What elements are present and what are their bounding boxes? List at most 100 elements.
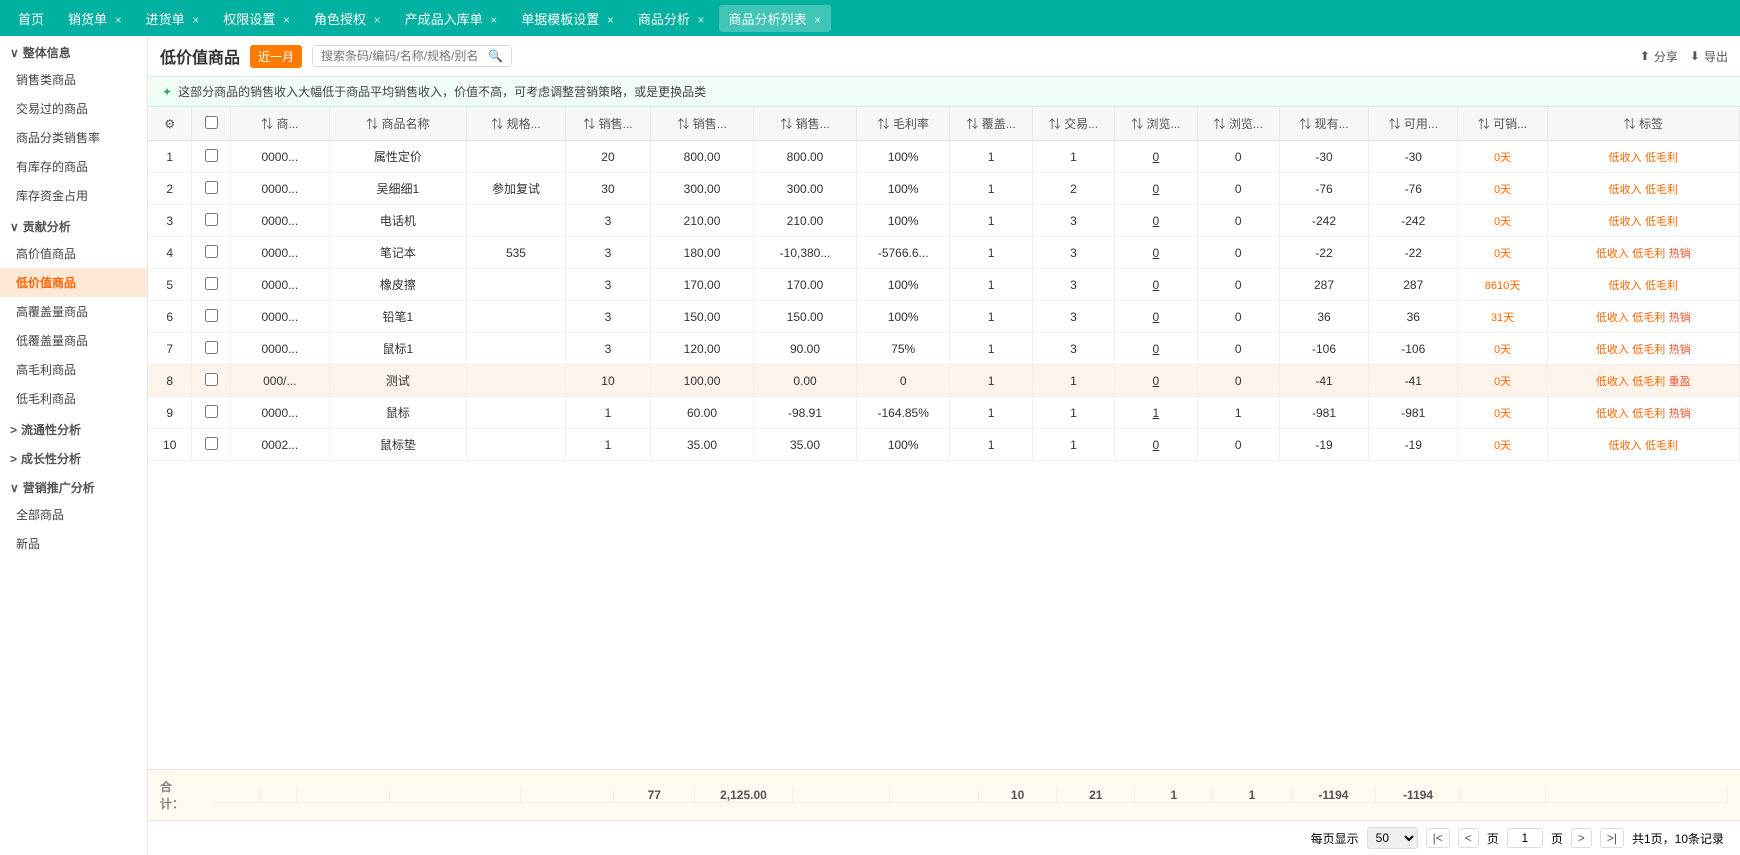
cell-browse1[interactable]: 0 (1115, 429, 1197, 461)
th-tags-sort[interactable]: ⇅ (1624, 117, 1636, 131)
cell-browse1[interactable]: 0 (1115, 173, 1197, 205)
cell-browse1[interactable]: 0 (1115, 365, 1197, 397)
nav-product-in[interactable]: 产成品入库单 × (395, 5, 508, 32)
nav-template[interactable]: 单据模板设置 × (511, 5, 624, 32)
sidebar-item-high-coverage[interactable]: 高覆盖量商品 (0, 297, 147, 326)
browse1-link[interactable]: 0 (1152, 310, 1159, 324)
sidebar-item-sales-goods[interactable]: 销售类商品 (0, 65, 147, 94)
select-all-checkbox[interactable] (205, 116, 218, 129)
row-checkbox-6[interactable] (205, 309, 218, 322)
sidebar-item-low-coverage[interactable]: 低覆盖量商品 (0, 326, 147, 355)
sidebar-group-contribution[interactable]: ∨ 贡献分析 (0, 210, 147, 239)
cell-browse1[interactable]: 0 (1115, 141, 1197, 173)
th-name-sort[interactable]: ⇅ (366, 117, 378, 131)
browse1-link[interactable]: 0 (1152, 214, 1159, 228)
cell-check[interactable] (192, 173, 230, 205)
nav-permissions-close[interactable]: × (283, 13, 290, 27)
sidebar-group-marketing[interactable]: ∨ 营销推广分析 (0, 471, 147, 500)
browse1-link[interactable]: 0 (1152, 182, 1159, 196)
th-coverage-sort[interactable]: ⇅ (966, 117, 978, 131)
nav-analysis[interactable]: 商品分析 × (628, 5, 715, 32)
row-checkbox-5[interactable] (205, 277, 218, 290)
cell-browse1[interactable]: 0 (1115, 237, 1197, 269)
page-number-input[interactable] (1507, 828, 1543, 848)
cell-check[interactable] (192, 397, 230, 429)
prev-page-button[interactable]: < (1458, 828, 1479, 848)
sidebar-group-circulation[interactable]: > 流通性分析 (0, 413, 147, 442)
th-trade-sort[interactable]: ⇅ (1049, 117, 1061, 131)
row-checkbox-10[interactable] (205, 437, 218, 450)
cell-browse1[interactable]: 0 (1115, 269, 1197, 301)
th-current-sort[interactable]: ⇅ (1299, 117, 1311, 131)
row-checkbox-9[interactable] (205, 405, 218, 418)
nav-sales[interactable]: 销货单 × (58, 5, 132, 32)
nav-roles-close[interactable]: × (374, 13, 381, 27)
cell-check[interactable] (192, 333, 230, 365)
sidebar-item-stock-capital[interactable]: 库存资金占用 (0, 181, 147, 210)
sidebar-item-stock-goods[interactable]: 有库存的商品 (0, 152, 147, 181)
browse1-link[interactable]: 1 (1152, 406, 1159, 420)
search-input[interactable] (321, 49, 484, 63)
nav-product-in-close[interactable]: × (490, 13, 497, 27)
nav-roles[interactable]: 角色授权 × (304, 5, 391, 32)
browse1-link[interactable]: 0 (1152, 374, 1159, 388)
nav-analysis-list-close[interactable]: × (814, 13, 821, 27)
browse1-link[interactable]: 0 (1152, 342, 1159, 356)
th-browse2-sort[interactable]: ⇅ (1214, 117, 1226, 131)
th-sales-amt-sort[interactable]: ⇅ (677, 117, 689, 131)
search-icon[interactable]: 🔍 (488, 49, 503, 63)
share-button[interactable]: ⬆ 分享 (1640, 48, 1678, 65)
cell-check[interactable] (192, 141, 230, 173)
row-checkbox-8[interactable] (205, 373, 218, 386)
th-sales-qty-sort[interactable]: ⇅ (583, 117, 595, 131)
th-avail-sort[interactable]: ⇅ (1389, 117, 1401, 131)
nav-home[interactable]: 首页 (8, 5, 54, 32)
th-profit-rate-sort[interactable]: ⇅ (878, 117, 890, 131)
cell-check[interactable] (192, 205, 230, 237)
row-checkbox-1[interactable] (205, 149, 218, 162)
last-page-button[interactable]: >| (1600, 828, 1624, 848)
nav-analysis-close[interactable]: × (697, 13, 704, 27)
sidebar-item-all-goods[interactable]: 全部商品 (0, 500, 147, 529)
row-checkbox-3[interactable] (205, 213, 218, 226)
nav-analysis-list[interactable]: 商品分析列表 × (719, 5, 832, 32)
time-filter-button[interactable]: 近一月 (250, 45, 302, 68)
th-settings[interactable]: ⚙ (148, 107, 192, 141)
cell-browse1[interactable]: 1 (1115, 397, 1197, 429)
nav-template-close[interactable]: × (607, 13, 614, 27)
nav-permissions[interactable]: 权限设置 × (213, 5, 300, 32)
cell-check[interactable] (192, 365, 230, 397)
row-checkbox-7[interactable] (205, 341, 218, 354)
browse1-link[interactable]: 0 (1152, 278, 1159, 292)
browse1-link[interactable]: 0 (1152, 438, 1159, 452)
sidebar-group-growth[interactable]: > 成长性分析 (0, 442, 147, 471)
cell-check[interactable] (192, 269, 230, 301)
cell-check[interactable] (192, 301, 230, 333)
row-checkbox-2[interactable] (205, 181, 218, 194)
sidebar-item-high-value[interactable]: 高价值商品 (0, 239, 147, 268)
th-sales-avg-sort[interactable]: ⇅ (780, 117, 792, 131)
browse1-link[interactable]: 0 (1152, 246, 1159, 260)
sidebar-item-new-goods[interactable]: 新品 (0, 529, 147, 558)
cell-browse1[interactable]: 0 (1115, 333, 1197, 365)
sidebar-item-low-profit[interactable]: 低毛利商品 (0, 384, 147, 413)
cell-check[interactable] (192, 237, 230, 269)
nav-purchase-close[interactable]: × (192, 13, 199, 27)
per-page-select[interactable]: 50 100 200 (1367, 827, 1418, 849)
nav-purchase[interactable]: 进货单 × (136, 5, 210, 32)
nav-sales-close[interactable]: × (115, 13, 122, 27)
th-sellable-sort[interactable]: ⇅ (1478, 117, 1490, 131)
row-checkbox-4[interactable] (205, 245, 218, 258)
th-spec-sort[interactable]: ⇅ (491, 117, 503, 131)
cell-browse1[interactable]: 0 (1115, 205, 1197, 237)
sidebar-item-low-value[interactable]: 低价值商品 (0, 268, 147, 297)
next-page-button[interactable]: > (1571, 828, 1592, 848)
browse1-link[interactable]: 0 (1152, 150, 1159, 164)
sidebar-group-overall[interactable]: ∨ 整体信息 (0, 36, 147, 65)
cell-browse1[interactable]: 0 (1115, 301, 1197, 333)
th-code-sort[interactable]: ⇅ (261, 117, 273, 131)
export-button[interactable]: ⬇ 导出 (1690, 48, 1728, 65)
cell-check[interactable] (192, 429, 230, 461)
th-browse1-sort[interactable]: ⇅ (1131, 117, 1143, 131)
th-check[interactable] (192, 107, 230, 141)
